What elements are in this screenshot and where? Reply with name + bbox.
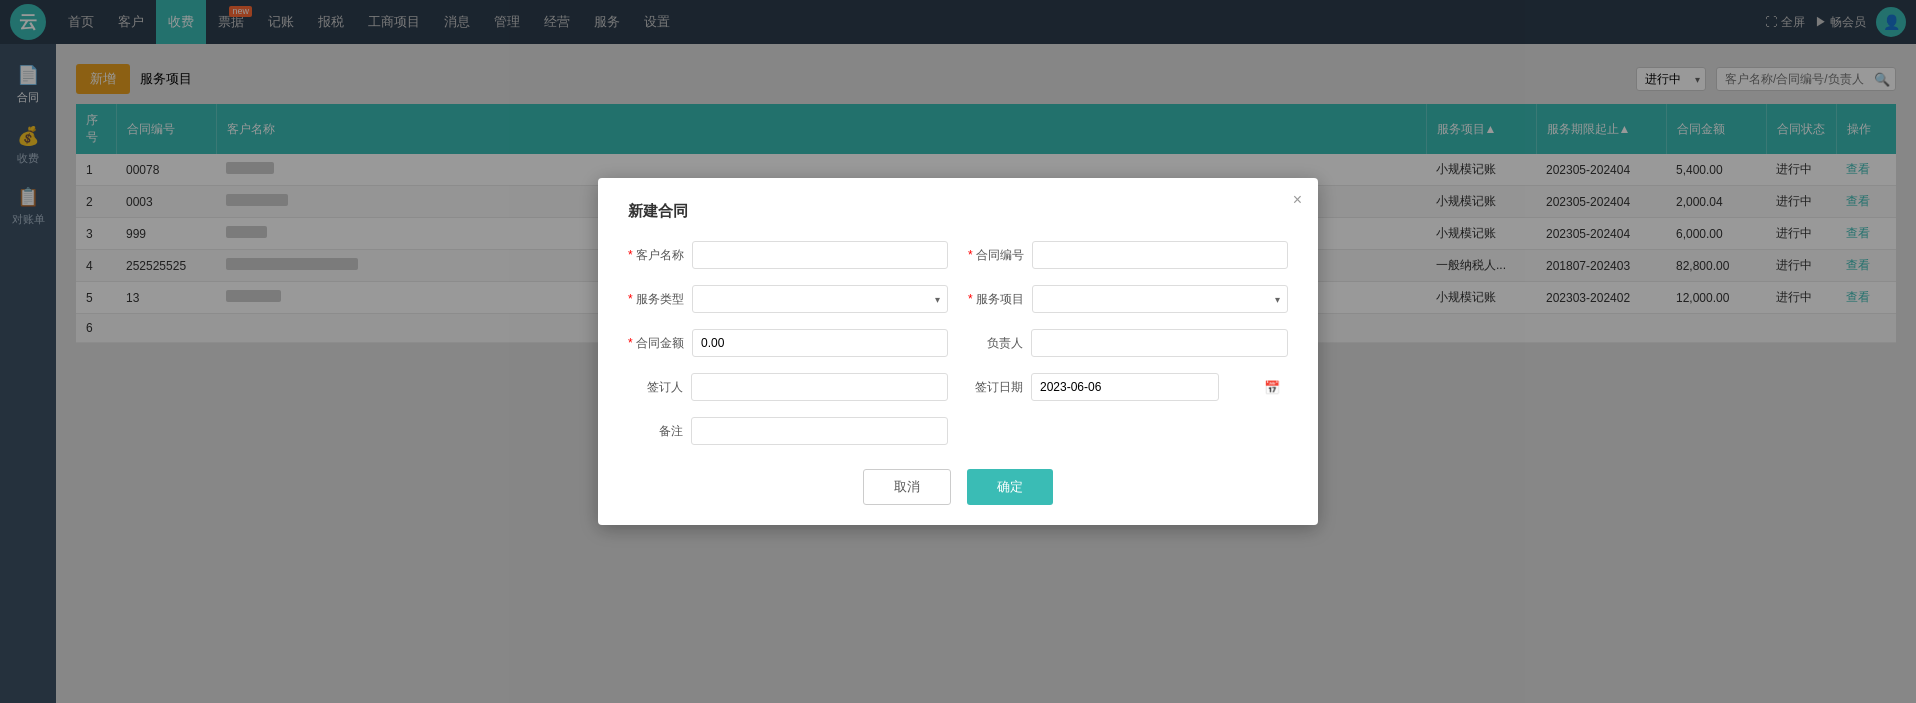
form-group-responsible: 负责人: [968, 329, 1288, 357]
cancel-button[interactable]: 取消: [863, 469, 951, 505]
contract-no-label: 合同编号: [968, 247, 1024, 264]
sign-date-label: 签订日期: [968, 379, 1023, 396]
service-item-label: 服务项目: [968, 291, 1024, 308]
form-group-service-item: 服务项目: [968, 285, 1288, 313]
new-contract-dialog: 新建合同 × 客户名称 合同编号 服务类型: [598, 178, 1318, 525]
amount-label: 合同金额: [628, 335, 684, 352]
contract-no-input[interactable]: [1032, 241, 1288, 269]
service-type-label: 服务类型: [628, 291, 684, 308]
signer-input[interactable]: [691, 373, 948, 401]
dialog-title: 新建合同: [628, 202, 1288, 221]
sign-date-wrapper: 📅: [1031, 373, 1288, 401]
form-group-signer: 签订人: [628, 373, 948, 401]
form-group-service-type: 服务类型: [628, 285, 948, 313]
signer-label: 签订人: [628, 379, 683, 396]
service-type-select-wrapper: [692, 285, 948, 313]
service-item-select-wrapper: [1032, 285, 1288, 313]
dialog-footer: 取消 确定: [628, 469, 1288, 505]
confirm-button[interactable]: 确定: [967, 469, 1053, 505]
service-item-select[interactable]: [1032, 285, 1288, 313]
notes-label: 备注: [628, 423, 683, 440]
form-group-amount: 合同金额: [628, 329, 948, 357]
amount-input[interactable]: [692, 329, 948, 357]
form-group-customer: 客户名称: [628, 241, 948, 269]
form-row-4: 签订人 签订日期 📅: [628, 373, 1288, 401]
dialog-close-button[interactable]: ×: [1293, 192, 1302, 208]
form-row-5: 备注: [628, 417, 1288, 445]
responsible-input[interactable]: [1031, 329, 1288, 357]
form-group-notes: 备注: [628, 417, 948, 445]
calendar-icon[interactable]: 📅: [1264, 380, 1280, 395]
form-group-sign-date: 签订日期 📅: [968, 373, 1288, 401]
customer-input[interactable]: [692, 241, 948, 269]
dialog-overlay: 新建合同 × 客户名称 合同编号 服务类型: [0, 0, 1916, 703]
customer-label: 客户名称: [628, 247, 684, 264]
form-row-3: 合同金额 负责人: [628, 329, 1288, 357]
responsible-label: 负责人: [968, 335, 1023, 352]
notes-input[interactable]: [691, 417, 948, 445]
form-group-contract-no: 合同编号: [968, 241, 1288, 269]
sign-date-input[interactable]: [1031, 373, 1219, 401]
service-type-select[interactable]: [692, 285, 948, 313]
form-row-1: 客户名称 合同编号: [628, 241, 1288, 269]
form-row-2: 服务类型 服务项目: [628, 285, 1288, 313]
